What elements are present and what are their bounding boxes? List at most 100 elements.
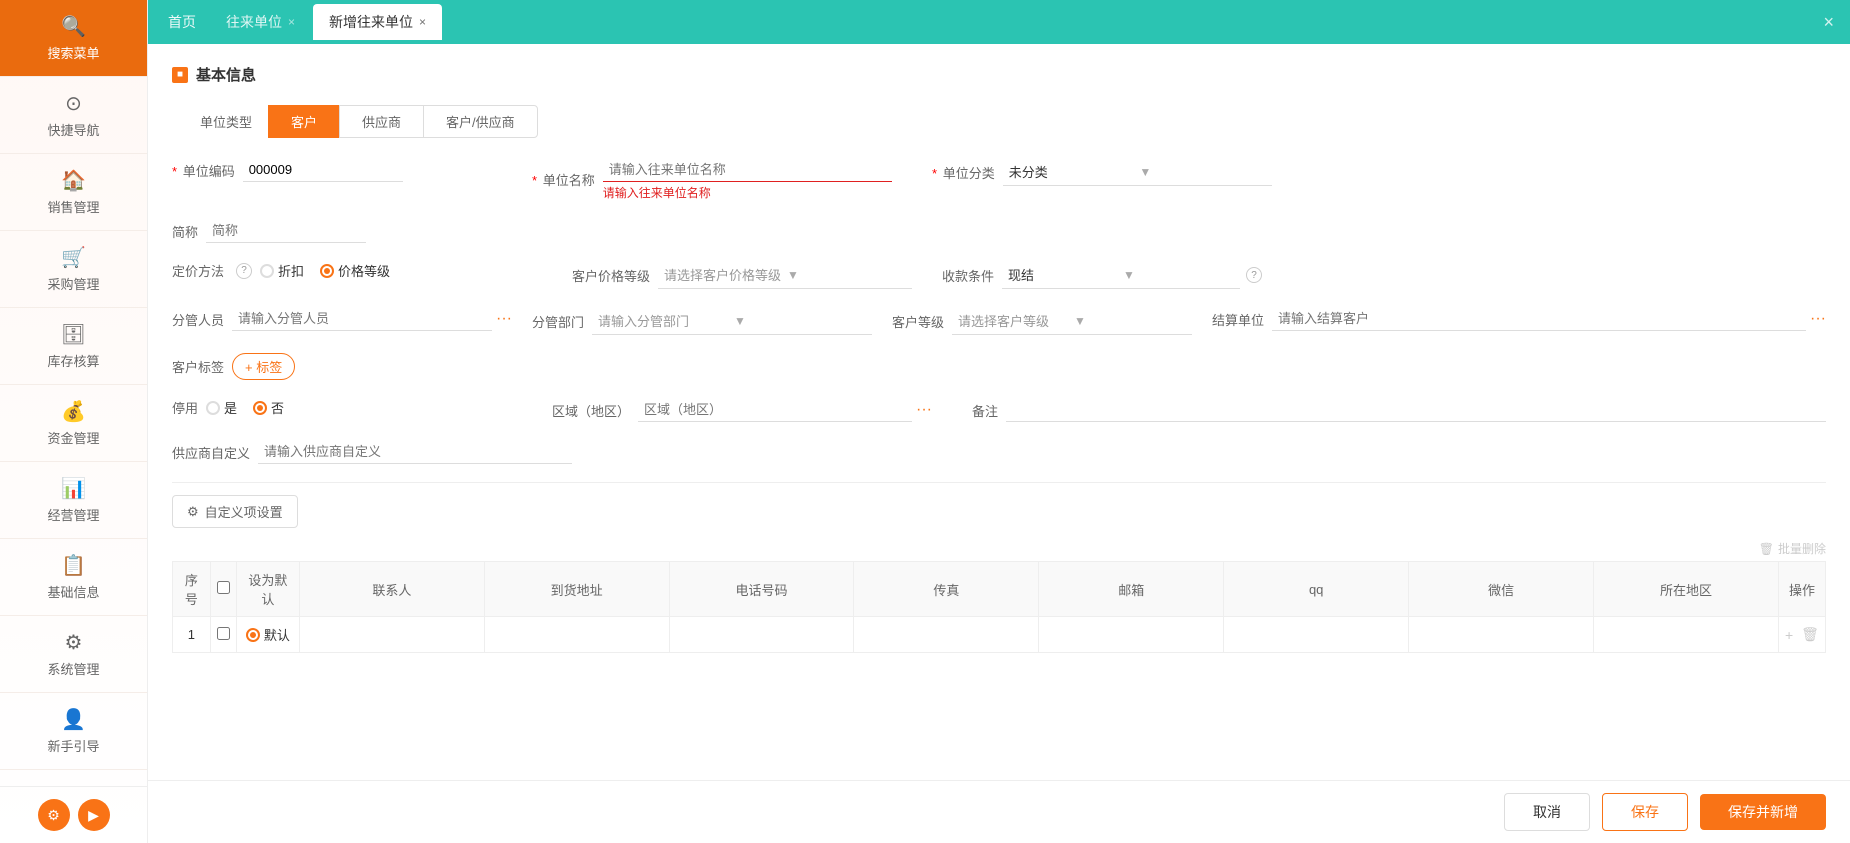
radio-no[interactable]: 否 xyxy=(253,398,284,417)
sidebar-item-label: 经营管理 xyxy=(47,505,99,524)
col-email: 邮箱 xyxy=(1039,562,1224,617)
settlement-more-btn[interactable]: ··· xyxy=(1810,310,1826,328)
tab-partner-close[interactable]: × xyxy=(288,15,295,29)
radio-yes[interactable]: 是 xyxy=(206,398,237,417)
department-select[interactable]: 请输入分管部门 ▼ xyxy=(592,307,872,335)
cell-default: 默认 xyxy=(236,617,299,653)
add-row-icon[interactable]: + xyxy=(1785,627,1793,643)
settlement-input[interactable] xyxy=(1272,307,1806,331)
region-more-btn[interactable]: ··· xyxy=(916,401,932,419)
region-input[interactable] xyxy=(638,398,912,422)
save-button[interactable]: 保存 xyxy=(1602,793,1688,831)
col-address: 到货地址 xyxy=(484,562,669,617)
save-new-button[interactable]: 保存并新增 xyxy=(1700,794,1826,830)
fax-input[interactable] xyxy=(860,623,1032,646)
table-header-row: 🗑 批量删除 xyxy=(172,540,1826,557)
form-row-1: * 单位编码 * 单位名称 请输入往来单位名称 * xyxy=(172,158,1826,201)
contact-input[interactable] xyxy=(306,623,478,646)
section-icon: ■ xyxy=(172,67,188,83)
home-icon: ⊙ xyxy=(65,91,82,116)
form-row-disabled: 停用 是 否 区域（地区） ··· xyxy=(172,398,1826,422)
inventory-icon: 🗄 xyxy=(61,322,86,347)
form-area: ■ 基本信息 单位类型 客户 供应商 客户/供应商 * 单位编码 * xyxy=(148,44,1850,780)
code-input[interactable] xyxy=(243,158,403,182)
section-title: ■ 基本信息 xyxy=(172,64,1826,85)
unit-type-both[interactable]: 客户/供应商 xyxy=(423,105,538,138)
delete-row-icon[interactable]: 🗑 xyxy=(1801,626,1819,643)
add-tag-button[interactable]: + 标签 xyxy=(232,353,295,380)
operations-icon: 📊 xyxy=(61,476,86,501)
abbr-input[interactable] xyxy=(206,219,366,243)
email-input[interactable] xyxy=(1045,623,1217,646)
batch-delete-button[interactable]: 🗑 批量删除 xyxy=(1759,540,1826,557)
sidebar-item-label: 采购管理 xyxy=(47,274,99,293)
unit-type-customer[interactable]: 客户 xyxy=(268,105,339,138)
payment-help-icon[interactable]: ? xyxy=(1246,267,1262,283)
field-category: * 单位分类 未分类 ▼ xyxy=(932,158,1272,186)
remark-label: 备注 xyxy=(972,401,998,420)
sidebar-item-search[interactable]: 🔍 搜索菜单 xyxy=(0,0,147,77)
field-code: * 单位编码 xyxy=(172,158,492,182)
radio-price-level[interactable]: 价格等级 xyxy=(320,261,390,280)
manager-input[interactable] xyxy=(232,307,492,331)
field-payment: 收款条件 现结 ▼ ? xyxy=(942,261,1262,289)
manager-more-btn[interactable]: ··· xyxy=(496,310,512,328)
select-all-checkbox[interactable] xyxy=(217,581,230,594)
unit-type-row: 单位类型 客户 供应商 客户/供应商 xyxy=(172,105,1826,138)
sidebar-item-system[interactable]: ⚙ 系统管理 xyxy=(0,616,147,693)
field-customer-price: 客户价格等级 请选择客户价格等级 ▼ xyxy=(572,261,912,289)
window-close-button[interactable]: × xyxy=(1815,8,1842,37)
tab-new-partner[interactable]: 新增往来单位 × xyxy=(313,4,442,40)
sidebar-bottom-icon1[interactable]: ⚙ xyxy=(38,799,70,831)
table-header: 序号 设为默认 联系人 到货地址 电话号码 传真 邮箱 qq 微信 所在地区 操… xyxy=(173,562,1826,617)
default-radio[interactable]: 默认 xyxy=(243,625,293,644)
tab-home[interactable]: 首页 xyxy=(156,4,208,40)
address-input[interactable] xyxy=(491,623,663,646)
sidebar-item-basic[interactable]: 📋 基础信息 xyxy=(0,539,147,616)
customer-level-select[interactable]: 请选择客户等级 ▼ xyxy=(952,307,1192,335)
department-chevron: ▼ xyxy=(734,314,866,328)
col-fax: 传真 xyxy=(854,562,1039,617)
sidebar-bottom-icon2[interactable]: ▶ xyxy=(78,799,110,831)
cell-region xyxy=(1594,617,1779,653)
sidebar-bottom: ⚙ ▶ xyxy=(0,786,147,843)
tab-partner[interactable]: 往来单位 × xyxy=(210,4,311,40)
pricing-help-icon[interactable]: ? xyxy=(236,263,252,279)
supplier-custom-input[interactable] xyxy=(258,440,572,464)
customer-level-chevron: ▼ xyxy=(1074,314,1186,328)
sidebar-item-operations[interactable]: 📊 经营管理 xyxy=(0,462,147,539)
sidebar-item-purchase[interactable]: 🛒 采购管理 xyxy=(0,231,147,308)
sidebar-item-guide[interactable]: 👤 新手引导 xyxy=(0,693,147,770)
main-area: 首页 往来单位 × 新增往来单位 × × ■ 基本信息 单位类型 客户 供应商 … xyxy=(148,0,1850,843)
col-default: 设为默认 xyxy=(236,562,299,617)
sidebar-item-quicknav[interactable]: ⊙ 快捷导航 xyxy=(0,77,147,154)
system-icon: ⚙ xyxy=(65,630,83,655)
payment-select[interactable]: 现结 ▼ xyxy=(1002,261,1240,289)
sidebar-item-sales[interactable]: 🏠 销售管理 xyxy=(0,154,147,231)
sidebar-item-inventory[interactable]: 🗄 库存核算 xyxy=(0,308,147,385)
tab-new-partner-close[interactable]: × xyxy=(419,15,426,29)
sidebar-item-finance[interactable]: 💰 资金管理 xyxy=(0,385,147,462)
custom-settings-button[interactable]: ⚙ 自定义项设置 xyxy=(172,495,298,528)
sidebar-item-label: 库存核算 xyxy=(47,351,99,370)
table-row: 1 默认 xyxy=(173,617,1826,653)
sidebar-item-label: 基础信息 xyxy=(47,582,99,601)
region-table-input[interactable] xyxy=(1600,623,1772,646)
phone-input[interactable] xyxy=(676,623,848,646)
wechat-input[interactable] xyxy=(1415,623,1587,646)
field-pricing: 定价方法 ? 折扣 价格等级 xyxy=(172,261,552,280)
unit-type-supplier[interactable]: 供应商 xyxy=(339,105,423,138)
cell-phone xyxy=(669,617,854,653)
remark-input[interactable] xyxy=(1006,398,1826,422)
cancel-button[interactable]: 取消 xyxy=(1504,793,1590,831)
name-input[interactable] xyxy=(603,158,892,182)
field-disabled: 停用 是 否 xyxy=(172,398,512,417)
category-select[interactable]: 未分类 ▼ xyxy=(1003,158,1272,186)
cell-email xyxy=(1039,617,1224,653)
qq-input[interactable] xyxy=(1230,623,1402,646)
form-row-tag: 客户标签 + 标签 xyxy=(172,353,1826,380)
radio-discount[interactable]: 折扣 xyxy=(260,261,304,280)
row-checkbox[interactable] xyxy=(217,627,230,640)
customer-price-select[interactable]: 请选择客户价格等级 ▼ xyxy=(658,261,912,289)
settlement-label: 结算单位 xyxy=(1212,310,1264,329)
